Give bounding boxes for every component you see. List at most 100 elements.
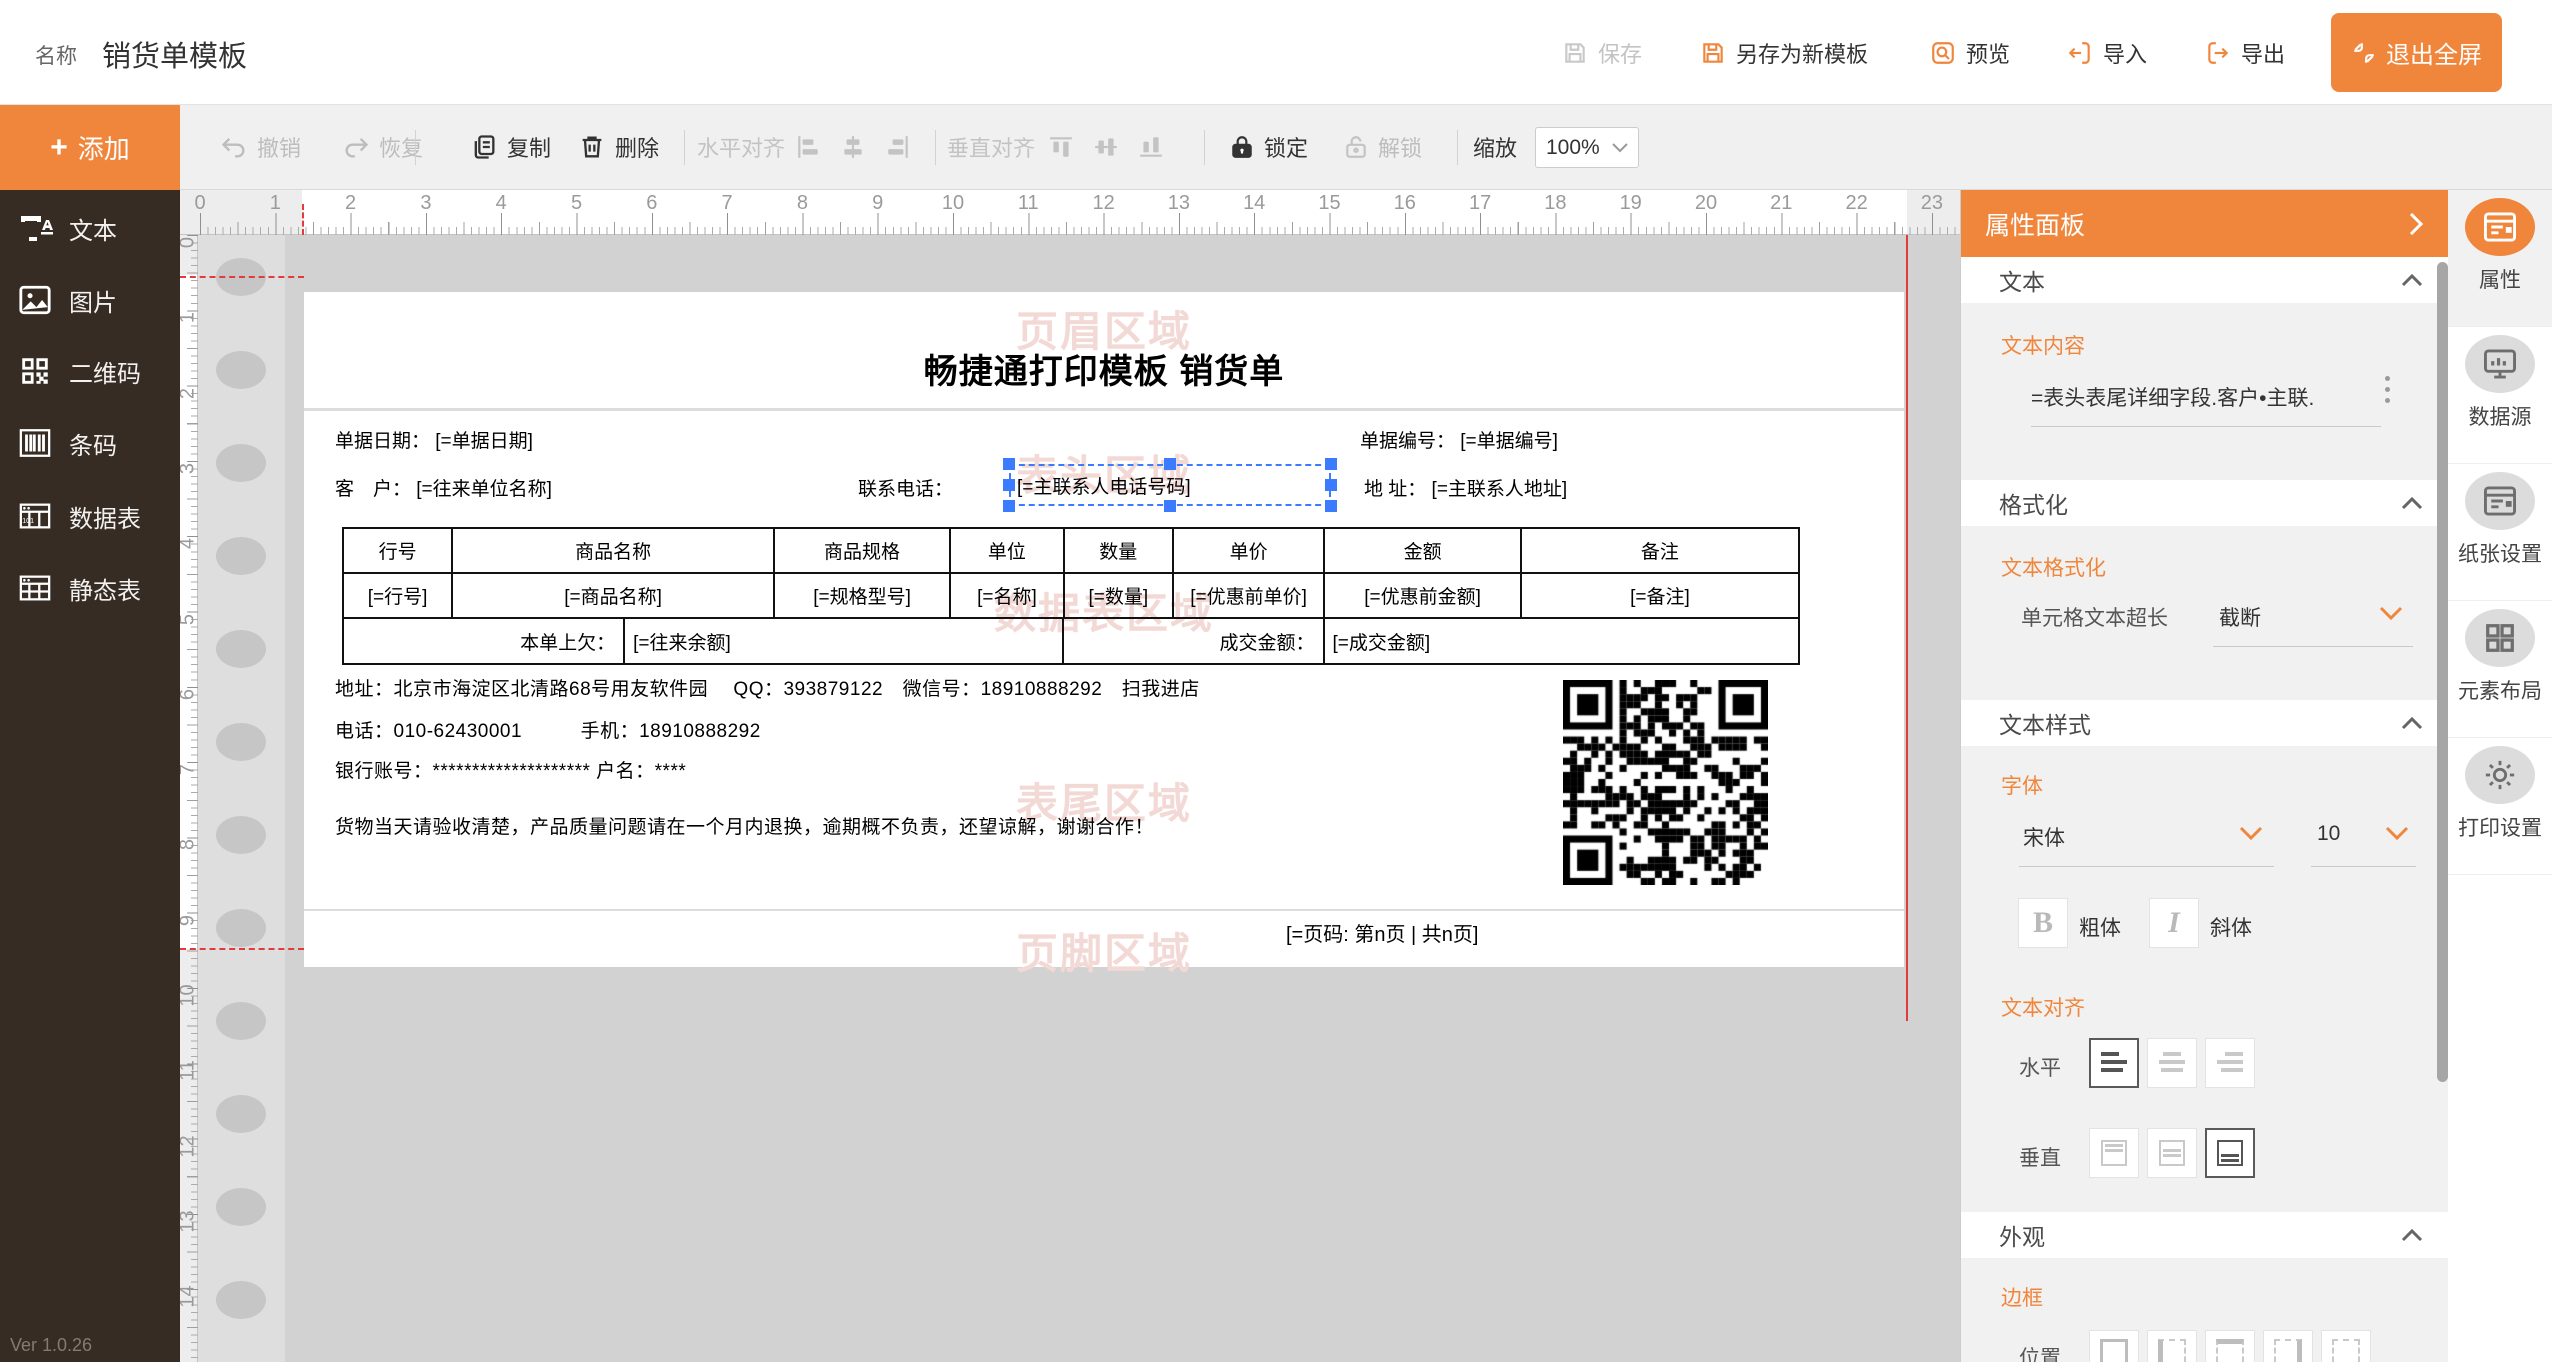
- field-phone-label[interactable]: 联系电话：: [858, 474, 953, 501]
- section-appearance[interactable]: 外观: [1961, 1212, 2449, 1258]
- table-header-cell[interactable]: 商品规格: [772, 527, 952, 574]
- rail-item-paper[interactable]: 纸张设置: [2448, 464, 2552, 601]
- text-align-middle-button[interactable]: [2147, 1128, 2197, 1178]
- sidebar-item-datatable[interactable]: 101 数据表: [0, 483, 180, 549]
- text-content-input[interactable]: =表头表尾详细字段.客户•主联.: [2031, 382, 2371, 412]
- table-data-cell[interactable]: [=行号]: [341, 572, 454, 619]
- footer-notice-line[interactable]: 货物当天请验收清楚，产品质量问题请在一个月内退换，逾期概不负责，还望谅解，谢谢合…: [335, 812, 1154, 839]
- panel-scrollbar[interactable]: [2437, 262, 2448, 1082]
- section-text[interactable]: 文本: [1961, 257, 2449, 303]
- text-align-center-button[interactable]: [2147, 1038, 2197, 1088]
- align-center-h-button[interactable]: [840, 105, 866, 189]
- table-header-cell[interactable]: 金额: [1323, 527, 1522, 574]
- sidebar-item-statictable[interactable]: 静态表: [0, 555, 180, 621]
- border-right-button[interactable]: [2263, 1330, 2313, 1362]
- rail-item-datasource[interactable]: 数据源: [2448, 327, 2552, 464]
- table-footer-cell[interactable]: [=成交金额]: [1322, 619, 1798, 663]
- collapse-panel-icon[interactable]: [2407, 211, 2425, 237]
- table-footer-cell[interactable]: 成交金额：: [1062, 619, 1322, 663]
- sidebar-item-barcode[interactable]: 条码: [0, 410, 180, 476]
- footer-address-line[interactable]: 地址：北京市海淀区北清路68号用友软件园 QQ：393879122 微信号：18…: [335, 674, 1200, 701]
- preview-button[interactable]: 预览: [1930, 0, 2010, 105]
- field-date[interactable]: 单据日期： [=单据日期]: [335, 426, 533, 453]
- resize-handle[interactable]: [1003, 479, 1015, 491]
- field-order-no[interactable]: 单据编号： [=单据编号]: [1360, 426, 1558, 453]
- table-data-cell[interactable]: [=备注]: [1519, 572, 1801, 619]
- align-top-button[interactable]: [1048, 105, 1074, 189]
- rail-item-print[interactable]: 打印设置: [2448, 738, 2552, 875]
- text-align-left-button[interactable]: [2089, 1038, 2139, 1088]
- table-footer-cell[interactable]: 本单上欠：: [344, 619, 623, 663]
- copy-button[interactable]: 复制: [470, 105, 551, 189]
- qr-code[interactable]: [1563, 680, 1768, 885]
- save-as-button[interactable]: 另存为新模板: [1700, 0, 1868, 105]
- delete-button[interactable]: 删除: [578, 105, 659, 189]
- section-style[interactable]: 文本样式: [1961, 700, 2449, 746]
- resize-handle[interactable]: [1003, 500, 1015, 512]
- lock-button[interactable]: 锁定: [1229, 105, 1308, 189]
- table-header-cell[interactable]: 行号: [341, 527, 454, 574]
- font-size-select[interactable]: 10: [2317, 822, 2340, 846]
- add-button[interactable]: + 添加: [0, 105, 180, 190]
- table-data-cell[interactable]: [=优惠前单价]: [1171, 572, 1326, 619]
- text-align-bottom-button[interactable]: [2205, 1128, 2255, 1178]
- table-header-cell[interactable]: 商品名称: [451, 527, 775, 574]
- table-data-cell[interactable]: [=名称]: [949, 572, 1065, 619]
- resize-handle[interactable]: [1325, 500, 1337, 512]
- field-address[interactable]: 地 址： [=主联系人地址]: [1364, 474, 1567, 501]
- font-family-select[interactable]: 宋体: [2023, 822, 2065, 852]
- chevron-down-icon[interactable]: [2239, 826, 2263, 840]
- v-ruler[interactable]: 0123456789101112131415: [180, 235, 199, 1362]
- table-header-cell[interactable]: 单位: [949, 527, 1065, 574]
- items-table[interactable]: 行号 商品名称 商品规格 单位 数量 单价 金额 备注 [=行号] [=商品名称] [=规格型号][…: [341, 527, 1801, 619]
- save-button[interactable]: 保存: [1562, 0, 1642, 105]
- resize-handle[interactable]: [1003, 458, 1015, 470]
- align-bottom-button[interactable]: [1138, 105, 1164, 189]
- chevron-down-icon[interactable]: [2379, 606, 2403, 620]
- align-right-button[interactable]: [885, 105, 911, 189]
- border-left-button[interactable]: [2147, 1330, 2197, 1362]
- import-button[interactable]: 导入: [2067, 0, 2147, 105]
- resize-handle[interactable]: [1325, 458, 1337, 470]
- rail-item-layout[interactable]: 元素布局: [2448, 601, 2552, 738]
- table-header-cell[interactable]: 单价: [1171, 527, 1326, 574]
- table-header-cell[interactable]: 数量: [1062, 527, 1174, 574]
- zoom-select[interactable]: 100%: [1535, 127, 1639, 168]
- text-align-right-button[interactable]: [2205, 1038, 2255, 1088]
- sidebar-item-text[interactable]: 文本: [0, 195, 180, 261]
- resize-handle[interactable]: [1164, 500, 1176, 512]
- table-footer-cell[interactable]: [=往来余额]: [623, 619, 1062, 663]
- document-page[interactable]: 页眉区域 表头区域 数据表区域 表尾区域 页脚区域 畅捷通打印模板 销货单 单据…: [304, 292, 1904, 977]
- unlock-button[interactable]: 解锁: [1343, 105, 1422, 189]
- design-canvas[interactable]: 页眉区域 表头区域 数据表区域 表尾区域 页脚区域 畅捷通打印模板 销货单 单据…: [180, 190, 1962, 1362]
- overflow-select[interactable]: 截断: [2219, 602, 2261, 632]
- table-header-cell[interactable]: 备注: [1519, 527, 1801, 574]
- table-footer-row[interactable]: 本单上欠： [=往来余额] 成交金额： [=成交金额]: [342, 619, 1800, 665]
- align-left-button[interactable]: [795, 105, 821, 189]
- align-middle-v-button[interactable]: [1093, 105, 1119, 189]
- page-number-field[interactable]: [=页码: 第n页 | 共n页]: [1286, 918, 1478, 947]
- field-customer[interactable]: 客 户： [=往来单位名称]: [335, 474, 552, 501]
- chevron-down-icon[interactable]: [2385, 826, 2409, 840]
- border-bottom-button[interactable]: [2321, 1330, 2371, 1362]
- redo-button[interactable]: 恢复: [342, 105, 423, 189]
- table-data-cell[interactable]: [=规格型号]: [772, 572, 952, 619]
- undo-button[interactable]: 撤销: [220, 105, 301, 189]
- resize-handle[interactable]: [1164, 458, 1176, 470]
- border-all-button[interactable]: [2089, 1330, 2139, 1362]
- border-top-button[interactable]: [2205, 1330, 2255, 1362]
- table-data-cell[interactable]: [=商品名称]: [451, 572, 775, 619]
- h-ruler[interactable]: 0 1 2 3 4 5 6 7 8 9 10 11 12 13 14 15 16 17 18 19 20 21 22 23: [180, 190, 1962, 235]
- footer-bank-line[interactable]: 银行账号：******************** 户名：****: [335, 756, 686, 783]
- more-options-icon[interactable]: [2385, 376, 2391, 403]
- sidebar-item-image[interactable]: 图片: [0, 267, 180, 333]
- bold-button[interactable]: B: [2018, 898, 2068, 948]
- section-format[interactable]: 格式化: [1961, 480, 2449, 526]
- export-button[interactable]: 导出: [2205, 0, 2285, 105]
- table-data-cell[interactable]: [=优惠前金额]: [1323, 572, 1522, 619]
- table-data-cell[interactable]: [=数量]: [1062, 572, 1174, 619]
- doc-title[interactable]: 畅捷通打印模板 销货单: [304, 344, 1904, 393]
- footer-phone-line[interactable]: 电话：010-62430001 手机：18910888292: [335, 716, 761, 743]
- italic-button[interactable]: I: [2149, 898, 2199, 948]
- text-align-top-button[interactable]: [2089, 1128, 2139, 1178]
